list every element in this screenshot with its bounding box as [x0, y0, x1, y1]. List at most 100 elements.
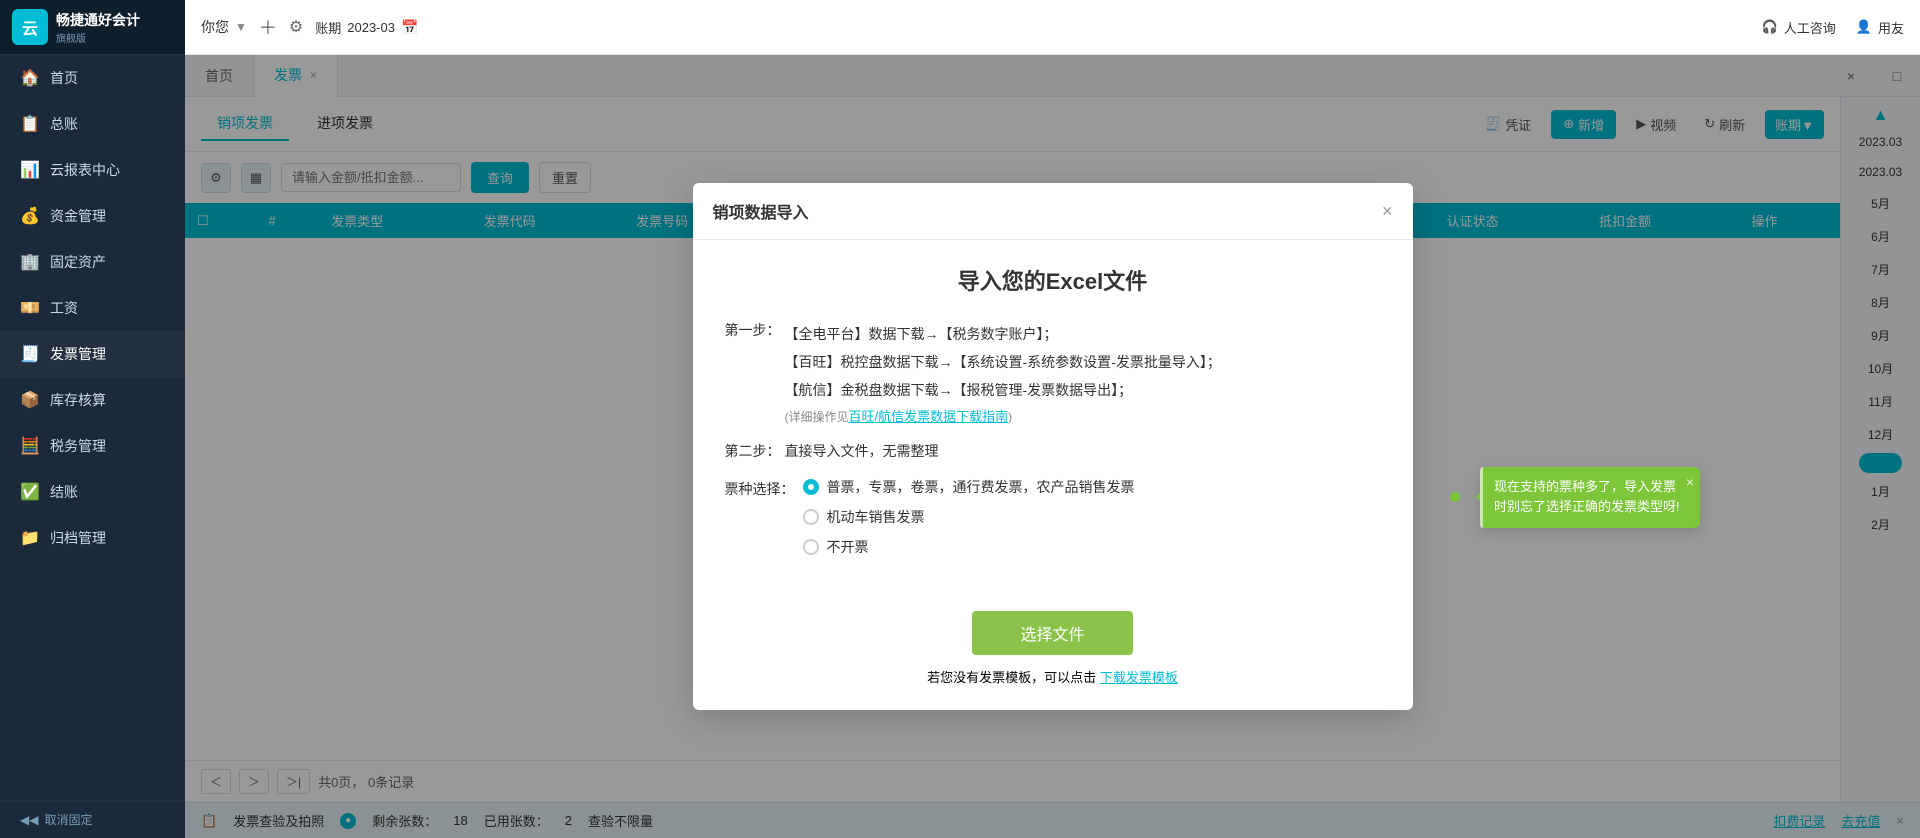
topbar: 你您 ▼ ＋ ⚙ 账期 2023-03 📅 🎧 人工咨询 👤 用友: [185, 0, 1920, 55]
modal-header: 销项数据导入 ×: [693, 183, 1413, 240]
modal-title: 销项数据导入: [713, 199, 809, 223]
sidebar-item-fund[interactable]: 💰 资金管理: [0, 193, 185, 239]
salary-icon: 💴: [20, 298, 40, 318]
radio-2-circle[interactable]: [803, 509, 819, 525]
report-icon: 📊: [20, 160, 40, 180]
import-title: 导入您的Excel文件: [725, 264, 1381, 296]
ticket-label: 票种选择：: [725, 479, 795, 499]
company-selector[interactable]: 你您 ▼: [201, 17, 247, 37]
user-icon: 👤: [1856, 19, 1872, 35]
sidebar-label-archive: 归档管理: [50, 528, 106, 548]
radio-option-1[interactable]: 普票，专票，卷票，通行费发票，农产品销售发票: [803, 477, 1135, 497]
consult-button[interactable]: 🎧 人工咨询: [1762, 18, 1836, 37]
step1-content: 【全电平台】数据下载→【税务数字账户】； 【百旺】税控盘数据下载→【系统设置-系…: [785, 320, 1381, 425]
sidebar-item-report[interactable]: 📊 云报表中心: [0, 147, 185, 193]
invoice-icon: 🧾: [20, 344, 40, 364]
sidebar-label-report: 云报表中心: [50, 160, 120, 180]
logo-text: 畅捷通好会计 旗舰版: [56, 10, 140, 45]
period-value: 2023-03: [347, 20, 395, 35]
modal-close-button[interactable]: ×: [1382, 201, 1393, 222]
step2-label: 第二步：: [725, 441, 785, 461]
step2-row: 第二步： 直接导入文件，无需整理: [725, 441, 1381, 461]
tax-icon: 🧮: [20, 436, 40, 456]
download-template-link[interactable]: 下载发票模板: [1100, 670, 1178, 685]
tooltip-close-icon[interactable]: ×: [1686, 471, 1694, 493]
sidebar-label-inventory: 库存核算: [50, 390, 106, 410]
topbar-right: 🎧 人工咨询 👤 用友: [1762, 18, 1904, 37]
modal-body: 导入您的Excel文件 第一步： 【全电平台】数据下载→【税务数字账户】； 【百…: [693, 240, 1413, 595]
guide-link[interactable]: 百旺/航信发票数据下载指南: [849, 409, 1009, 424]
sidebar-item-salary[interactable]: 💴 工资: [0, 285, 185, 331]
sidebar-item-checkout[interactable]: ✅ 结账: [0, 469, 185, 515]
ledger-icon: 📋: [20, 114, 40, 134]
select-file-button[interactable]: 选择文件: [972, 611, 1132, 655]
ticket-selection: 票种选择： 普票，专票，卷票，通行费发票，农产品销售发票 机动车销售发票: [725, 477, 1381, 567]
user-menu[interactable]: 👤 用友: [1856, 18, 1904, 37]
step2-content: 直接导入文件，无需整理: [785, 441, 1381, 461]
period-selector[interactable]: 账期 2023-03 📅: [315, 18, 418, 37]
sidebar-label-home: 首页: [50, 68, 78, 88]
company-arrow-icon: ▼: [235, 20, 247, 34]
logo-subtitle: 旗舰版: [56, 30, 140, 45]
step2-text: 直接导入文件，无需整理: [785, 441, 1381, 461]
checkout-icon: ✅: [20, 482, 40, 502]
sidebar-item-invoice[interactable]: 🧾 发票管理: [0, 331, 185, 377]
pin-icon: ◀◀: [20, 813, 38, 827]
company-name: 你您: [201, 17, 229, 37]
logo-icon: 云: [12, 9, 48, 45]
user-label: 用友: [1878, 18, 1904, 37]
radio-2-label: 机动车销售发票: [827, 507, 925, 527]
tooltip-bubble: × 现在支持的票种多了，导入发票时别忘了选择正确的发票类型呀!: [1480, 467, 1700, 529]
headset-icon: 🎧: [1762, 19, 1778, 35]
sidebar-label-fund: 资金管理: [50, 206, 106, 226]
step1-row: 第一步： 【全电平台】数据下载→【税务数字账户】； 【百旺】税控盘数据下载→【系…: [725, 320, 1381, 425]
sidebar-item-ledger[interactable]: 📋 总账: [0, 101, 185, 147]
asset-icon: 🏢: [20, 252, 40, 272]
sidebar-label-salary: 工资: [50, 298, 78, 318]
step1-note: (详细操作见百旺/航信发票数据下载指南): [785, 406, 1381, 425]
modal-overlay: 销项数据导入 × 导入您的Excel文件 第一步： 【全电平台】数据下载→【税务…: [185, 55, 1920, 838]
sidebar-label-checkout: 结账: [50, 482, 78, 502]
sidebar: 云 畅捷通好会计 旗舰版 🏠 首页 📋 总账 📊 云报表中心 💰 资金管理: [0, 0, 185, 838]
radio-1-circle[interactable]: [803, 479, 819, 495]
sidebar-logo: 云 畅捷通好会计 旗舰版: [0, 0, 185, 55]
sidebar-label-asset: 固定资产: [50, 252, 106, 272]
main-area: 你您 ▼ ＋ ⚙ 账期 2023-03 📅 🎧 人工咨询 👤 用友: [185, 0, 1920, 838]
inventory-icon: 📦: [20, 390, 40, 410]
sidebar-label-invoice: 发票管理: [50, 344, 106, 364]
step1-label: 第一步：: [725, 320, 785, 425]
sidebar-unpin[interactable]: ◀◀ 取消固定: [0, 800, 185, 838]
sidebar-item-archive[interactable]: 📁 归档管理: [0, 515, 185, 561]
radio-1-label: 普票，专票，卷票，通行费发票，农产品销售发票: [827, 477, 1135, 497]
add-button[interactable]: ＋: [259, 14, 277, 40]
sidebar-item-home[interactable]: 🏠 首页: [0, 55, 185, 101]
home-icon: 🏠: [20, 68, 40, 88]
logo-title: 畅捷通好会计: [56, 10, 140, 30]
tooltip-text: 现在支持的票种多了，导入发票时别忘了选择正确的发票类型呀!: [1494, 479, 1680, 515]
sidebar-label-ledger: 总账: [50, 114, 78, 134]
footer-note: 若您没有发票模板，可以点击 下载发票模板: [927, 667, 1178, 686]
radio-option-2[interactable]: 机动车销售发票: [803, 507, 1135, 527]
calendar-icon: 📅: [401, 19, 418, 36]
sidebar-nav: 🏠 首页 📋 总账 📊 云报表中心 💰 资金管理 🏢 固定资产 💴 工资: [0, 55, 185, 800]
sidebar-item-inventory[interactable]: 📦 库存核算: [0, 377, 185, 423]
step1-line3: 【航信】金税盘数据下载→【报税管理-发票数据导出】；: [785, 376, 1381, 404]
archive-icon: 📁: [20, 528, 40, 548]
unpin-label: 取消固定: [44, 811, 92, 828]
step1-line2: 【百旺】税控盘数据下载→【系统设置-系统参数设置-发票批量导入】；: [785, 348, 1381, 376]
radio-option-3[interactable]: 不开票: [803, 537, 1135, 557]
radio-group: 普票，专票，卷票，通行费发票，农产品销售发票 机动车销售发票 不开票: [803, 477, 1135, 567]
radio-3-label: 不开票: [827, 537, 869, 557]
footer-note-text: 若您没有发票模板，可以点击: [927, 670, 1096, 685]
modal-footer: 选择文件 若您没有发票模板，可以点击 下载发票模板: [693, 595, 1413, 710]
fund-icon: 💰: [20, 206, 40, 226]
settings-icon[interactable]: ⚙: [289, 17, 303, 37]
sidebar-label-tax: 税务管理: [50, 436, 106, 456]
step1-line1: 【全电平台】数据下载→【税务数字账户】；: [785, 320, 1381, 348]
sidebar-item-asset[interactable]: 🏢 固定资产: [0, 239, 185, 285]
radio-3-circle[interactable]: [803, 539, 819, 555]
sidebar-item-tax[interactable]: 🧮 税务管理: [0, 423, 185, 469]
consult-label: 人工咨询: [1784, 18, 1836, 37]
tooltip-bar: [1480, 467, 1483, 529]
period-label: 账期: [315, 18, 341, 37]
